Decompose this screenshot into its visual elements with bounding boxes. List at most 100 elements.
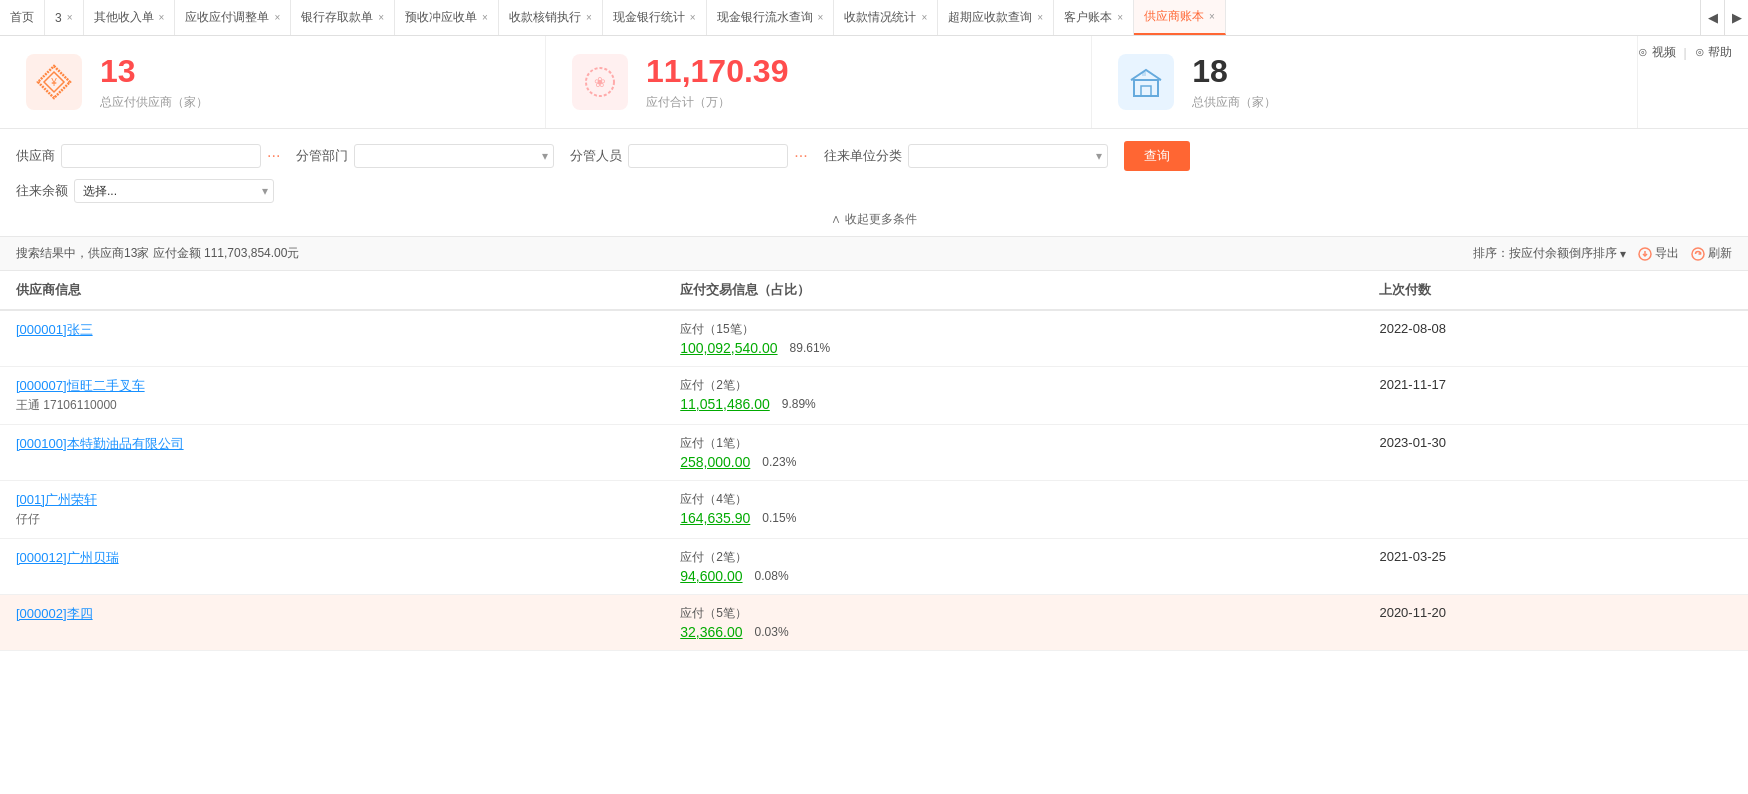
balance-select[interactable]: 选择...	[74, 179, 274, 203]
stat-total-suppliers: 18 总供应商（家）	[1092, 36, 1638, 128]
stat-payable-total-content: 11,170.39 应付合计（万）	[646, 53, 788, 111]
query-button[interactable]: 查询	[1124, 141, 1190, 171]
amount-link[interactable]: 100,092,540.00	[680, 340, 777, 356]
person-input[interactable]	[628, 144, 788, 168]
table-row: [000007]恒旺二手叉车王通 17106110000 应付（2笔） 11,051…	[0, 367, 1748, 425]
nav-tab-payment[interactable]: 收款核销执行 ×	[499, 0, 603, 35]
stat-icon-payable: ❀	[570, 52, 630, 112]
tx-amount-row: 32,366.00 0.03%	[680, 624, 1347, 640]
nav-tab-prepay[interactable]: 预收冲应收单 ×	[395, 0, 499, 35]
tx-percent: 0.03%	[755, 625, 789, 639]
table-row: [001]广州荣轩仔仔应付（4笔）164,635.900.15%	[0, 481, 1748, 539]
nav-tab-overdue-close[interactable]: ×	[1037, 12, 1043, 23]
filter-dept: 分管部门	[296, 144, 554, 168]
refresh-button[interactable]: 刷新	[1691, 245, 1732, 262]
amount-link[interactable]: 11,051,486.00	[680, 396, 770, 412]
svg-point-11	[1692, 248, 1704, 260]
supplier-link[interactable]: [001]广州荣轩	[16, 491, 648, 509]
nav-tab-3-close[interactable]: ×	[67, 12, 73, 23]
help-link[interactable]: ⊙ 帮助	[1695, 44, 1732, 61]
tx-amount-row: 11,051,486.009.89%	[680, 396, 1347, 412]
nav-tab-other-income-label: 其他收入单	[94, 9, 154, 26]
nav-tab-overdue[interactable]: 超期应收款查询 ×	[938, 0, 1054, 35]
export-button[interactable]: 导出	[1638, 245, 1679, 262]
table-row: [000012]广州贝瑞应付（2笔）94,600.000.08%2021-03-…	[0, 539, 1748, 595]
stat-icon-suppliers: ¥	[24, 52, 84, 112]
stat-payable-total: ❀ 11,170.39 应付合计（万）	[546, 36, 1092, 128]
supplier-link[interactable]: [000001]张三	[16, 321, 648, 339]
stat-payable-suppliers-number: 13	[100, 53, 208, 90]
dept-select[interactable]	[354, 144, 554, 168]
supplier-cell: [000100]本特勤油品有限公司	[0, 425, 664, 481]
nav-tab-cash-bank[interactable]: 现金银行统计 ×	[603, 0, 707, 35]
nav-tab-other-income[interactable]: 其他收入单 ×	[84, 0, 176, 35]
amount-link[interactable]: 94,600.00	[680, 568, 742, 584]
th-supplier: 供应商信息	[0, 271, 664, 310]
supplier-cell: [001]广州荣轩仔仔	[0, 481, 664, 539]
dept-label: 分管部门	[296, 147, 348, 165]
link-separator: |	[1684, 46, 1687, 60]
export-icon	[1638, 247, 1652, 261]
nav-tab-collection-stats-close[interactable]: ×	[921, 12, 927, 23]
tx-label: 应付（15笔）	[680, 321, 1347, 338]
results-text: 搜索结果中，供应商13家 应付金额 111,703,854.00元	[16, 245, 299, 262]
data-table-container: 供应商信息 应付交易信息（占比） 上次付数 [000001]张三 应付（15笔） 1…	[0, 271, 1748, 651]
transaction-cell: 应付（5笔）32,366.000.03%	[664, 595, 1363, 651]
supplier-link[interactable]: [000012]广州贝瑞	[16, 549, 648, 567]
nav-tab-cash-bank-close[interactable]: ×	[690, 12, 696, 23]
table-row: [000001]张三应付（15笔）100,092,540.0089.61%202…	[0, 310, 1748, 367]
nav-tab-adjustment-close[interactable]: ×	[274, 12, 280, 23]
supplier-link[interactable]: [000002]李四	[16, 605, 648, 623]
refresh-icon	[1691, 247, 1705, 261]
supplier-label: 供应商	[16, 147, 55, 165]
category-select-wrap	[908, 144, 1108, 168]
nav-left-arrow[interactable]: ◀	[1700, 0, 1724, 36]
nav-tab-customer-ledger-close[interactable]: ×	[1117, 12, 1123, 23]
amount-link[interactable]: 164,635.90	[680, 510, 750, 526]
nav-tab-supplier-ledger-close[interactable]: ×	[1209, 11, 1215, 22]
nav-tab-payment-close[interactable]: ×	[586, 12, 592, 23]
table-header: 供应商信息 应付交易信息（占比） 上次付数	[0, 271, 1748, 310]
nav-tab-customer-ledger[interactable]: 客户账本 ×	[1054, 0, 1134, 35]
lastpay-cell: 2020-11-20	[1363, 595, 1748, 651]
nav-tab-cashflow-close[interactable]: ×	[818, 12, 824, 23]
nav-tab-supplier-ledger[interactable]: 供应商账本 ×	[1134, 0, 1226, 35]
sort-chevron-icon: ▾	[1620, 247, 1626, 261]
amount-link[interactable]: 258,000.00	[680, 454, 750, 470]
nav-tab-home[interactable]: 首页	[0, 0, 45, 35]
supplier-cell: [000012]广州贝瑞	[0, 539, 664, 595]
supplier-sub: 王通 17106110000	[16, 398, 117, 412]
tx-percent: 0.08%	[755, 569, 789, 583]
nav-tab-3[interactable]: 3 ×	[45, 0, 84, 35]
video-link[interactable]: ⊙ 视频	[1638, 44, 1675, 61]
tx-label: 应付（2笔）	[680, 377, 1347, 394]
nav-tab-collection-stats[interactable]: 收款情况统计 ×	[834, 0, 938, 35]
nav-tab-bank-deposit[interactable]: 银行存取款单 ×	[291, 0, 395, 35]
nav-right-arrow[interactable]: ▶	[1724, 0, 1748, 36]
category-select[interactable]	[908, 144, 1108, 168]
nav-tab-bank-deposit-close[interactable]: ×	[378, 12, 384, 23]
svg-text:¥: ¥	[50, 77, 57, 88]
amount-link[interactable]: 32,366.00	[680, 624, 742, 640]
store-icon	[1128, 64, 1164, 100]
nav-tab-other-income-close[interactable]: ×	[159, 12, 165, 23]
tx-amount-row: 94,600.00 0.08%	[680, 568, 1347, 584]
supplier-cell: [000001]张三	[0, 310, 664, 367]
person-dots[interactable]: ···	[794, 147, 807, 165]
nav-tab-customer-ledger-label: 客户账本	[1064, 9, 1112, 26]
nav-tab-cashflow[interactable]: 现金银行流水查询 ×	[707, 0, 835, 35]
lastpay-cell: 2023-01-30	[1363, 425, 1748, 481]
nav-tab-adjustment[interactable]: 应收应付调整单 ×	[175, 0, 291, 35]
collapse-button[interactable]: ∧ 收起更多条件	[814, 211, 934, 228]
nav-tab-overdue-label: 超期应收款查询	[948, 9, 1032, 26]
sort-button[interactable]: 排序：按应付余额倒序排序 ▾	[1473, 245, 1626, 262]
filter-balance: 往来余额 选择...	[16, 179, 274, 203]
sort-label: 排序：按应付余额倒序排序	[1473, 245, 1617, 262]
supplier-link[interactable]: [000100]本特勤油品有限公司	[16, 435, 648, 453]
supplier-link[interactable]: [000007]恒旺二手叉车	[16, 377, 648, 395]
supplier-dots[interactable]: ···	[267, 147, 280, 165]
supplier-input[interactable]	[61, 144, 261, 168]
wheat-icon: ❀	[582, 64, 618, 100]
nav-tab-prepay-close[interactable]: ×	[482, 12, 488, 23]
transaction-cell: 应付（2笔）94,600.000.08%	[664, 539, 1363, 595]
